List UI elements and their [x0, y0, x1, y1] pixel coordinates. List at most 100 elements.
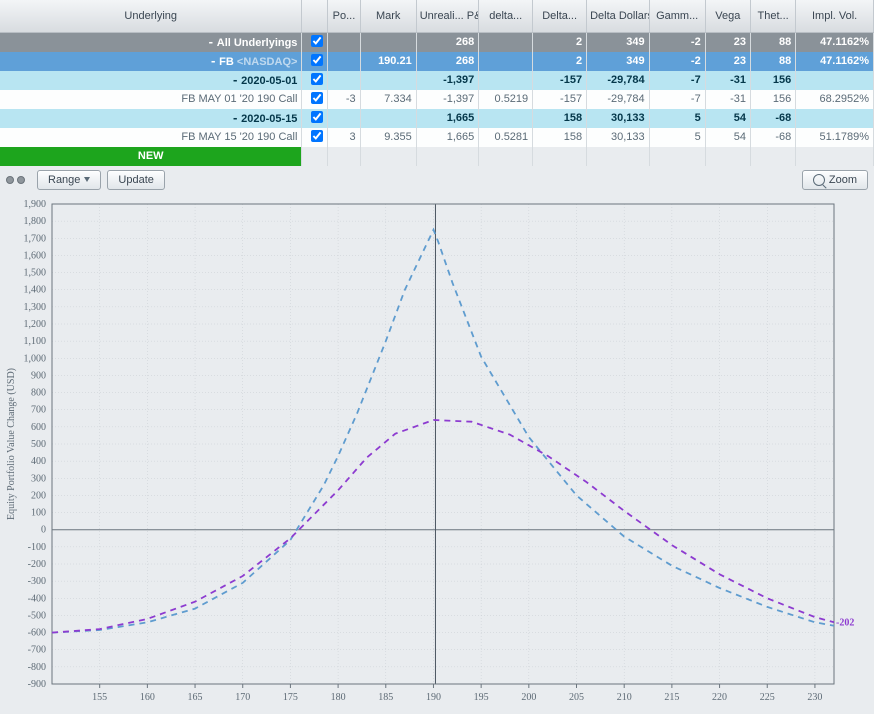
- data-cell: [360, 32, 416, 52]
- column-header[interactable]: Unreali... P&L: [416, 0, 479, 32]
- column-header[interactable]: Impl. Vol.: [796, 0, 874, 32]
- y-tick: -600: [28, 627, 46, 638]
- row-checkbox[interactable]: [311, 111, 323, 123]
- toolbar: Range Update Zoom: [0, 166, 874, 194]
- column-header[interactable]: Thet...: [750, 0, 795, 32]
- checkbox-cell: [302, 52, 328, 71]
- data-cell: 156: [750, 71, 795, 90]
- underlying-cell[interactable]: -All Underlyings: [0, 32, 302, 52]
- data-cell: 9.355: [360, 128, 416, 147]
- pnl-chart[interactable]: Equity Portfolio Value Change (USD) -900 -…: [0, 194, 874, 714]
- underlying-cell[interactable]: NEW: [0, 147, 302, 166]
- row-checkbox[interactable]: [311, 35, 323, 47]
- row-checkbox[interactable]: [311, 130, 323, 142]
- x-tick: 230: [807, 692, 822, 703]
- column-header[interactable]: Mark: [360, 0, 416, 32]
- y-axis-label: Equity Portfolio Value Change (USD): [6, 367, 17, 519]
- data-cell: -157: [533, 90, 587, 109]
- checkbox-cell: [302, 71, 328, 90]
- underlying-cell[interactable]: -2020-05-01: [0, 71, 302, 90]
- data-cell: 51.1789%: [796, 128, 874, 147]
- column-header[interactable]: Delta...: [533, 0, 587, 32]
- data-cell: [416, 147, 479, 166]
- y-tick: 700: [31, 404, 46, 415]
- exchange-tag: <NASDAQ>: [237, 56, 298, 68]
- data-cell: [649, 147, 705, 166]
- data-cell: 23: [705, 52, 750, 71]
- x-tick: 220: [712, 692, 727, 703]
- data-cell: 0.5219: [479, 90, 533, 109]
- y-tick: -500: [28, 610, 46, 621]
- x-tick: 165: [188, 692, 203, 703]
- y-tick: -400: [28, 593, 46, 604]
- data-cell: -1,397: [416, 90, 479, 109]
- series-end-label: -202: [836, 617, 854, 628]
- data-cell: 54: [705, 128, 750, 147]
- column-header[interactable]: Gamm...: [649, 0, 705, 32]
- column-header[interactable]: [302, 0, 328, 32]
- x-tick: 175: [283, 692, 298, 703]
- column-header[interactable]: Underlying: [0, 0, 302, 32]
- row-checkbox[interactable]: [311, 92, 323, 104]
- data-cell: 268: [416, 52, 479, 71]
- data-cell: [360, 71, 416, 90]
- data-cell: 1,665: [416, 109, 479, 128]
- y-tick: -700: [28, 644, 46, 655]
- data-cell: 30,133: [587, 128, 650, 147]
- data-cell: [328, 32, 360, 52]
- zoom-label: Zoom: [829, 174, 857, 186]
- x-tick: 185: [378, 692, 393, 703]
- data-cell: -68: [750, 109, 795, 128]
- chart-area: Equity Portfolio Value Change (USD) -900 -…: [0, 194, 874, 714]
- underlying-cell[interactable]: -2020-05-15: [0, 109, 302, 128]
- data-cell: [796, 147, 874, 166]
- column-header[interactable]: delta...: [479, 0, 533, 32]
- y-tick: 1,600: [24, 250, 47, 261]
- data-cell: 47.1162%: [796, 32, 874, 52]
- data-cell: [750, 147, 795, 166]
- column-header[interactable]: Vega: [705, 0, 750, 32]
- collapse-icon[interactable]: -: [207, 36, 215, 49]
- row-checkbox[interactable]: [311, 54, 323, 66]
- y-tick: -900: [28, 679, 46, 690]
- collapse-icon[interactable]: -: [231, 74, 239, 87]
- data-cell: 5: [649, 128, 705, 147]
- table-header: Underlying Po...MarkUnreali... P&Ldelta..…: [0, 0, 874, 32]
- table-row: -2020-05-01-1,397-157-29,784-7-31156: [0, 71, 874, 90]
- dot: [6, 176, 14, 184]
- data-cell: -1,397: [416, 71, 479, 90]
- range-button[interactable]: Range: [37, 170, 101, 190]
- data-cell: 68.2952%: [796, 90, 874, 109]
- data-cell: -7: [649, 90, 705, 109]
- collapse-icon[interactable]: -: [231, 112, 239, 125]
- y-tick: -800: [28, 661, 46, 672]
- table-row[interactable]: NEW: [0, 147, 874, 166]
- series-today: [52, 420, 834, 633]
- data-cell: 88: [750, 32, 795, 52]
- update-button[interactable]: Update: [107, 170, 164, 190]
- underlying-cell[interactable]: FB MAY 01 '20 190 Call: [0, 90, 302, 109]
- data-cell: -2: [649, 52, 705, 71]
- y-tick: 1,800: [24, 216, 47, 227]
- zoom-button[interactable]: Zoom: [802, 170, 868, 190]
- column-header[interactable]: Po...: [328, 0, 360, 32]
- data-cell: 268: [416, 32, 479, 52]
- underlying-cell[interactable]: FB MAY 15 '20 190 Call: [0, 128, 302, 147]
- data-cell: [328, 147, 360, 166]
- column-header[interactable]: Delta Dollars: [587, 0, 650, 32]
- checkbox-cell: [302, 147, 328, 166]
- collapse-icon[interactable]: -: [209, 55, 217, 68]
- y-tick: 300: [31, 473, 46, 484]
- y-tick: 1,900: [24, 199, 47, 210]
- data-cell: -31: [705, 71, 750, 90]
- series-expiration: [52, 229, 834, 632]
- underlying-cell[interactable]: -FB <NASDAQ>: [0, 52, 302, 71]
- x-tick: 225: [760, 692, 775, 703]
- data-cell: 54: [705, 109, 750, 128]
- data-cell: [796, 109, 874, 128]
- y-tick: 1,200: [24, 319, 47, 330]
- row-checkbox[interactable]: [311, 73, 323, 85]
- data-cell: 349: [587, 32, 650, 52]
- y-tick: 1,400: [24, 284, 47, 295]
- y-tick: 800: [31, 387, 46, 398]
